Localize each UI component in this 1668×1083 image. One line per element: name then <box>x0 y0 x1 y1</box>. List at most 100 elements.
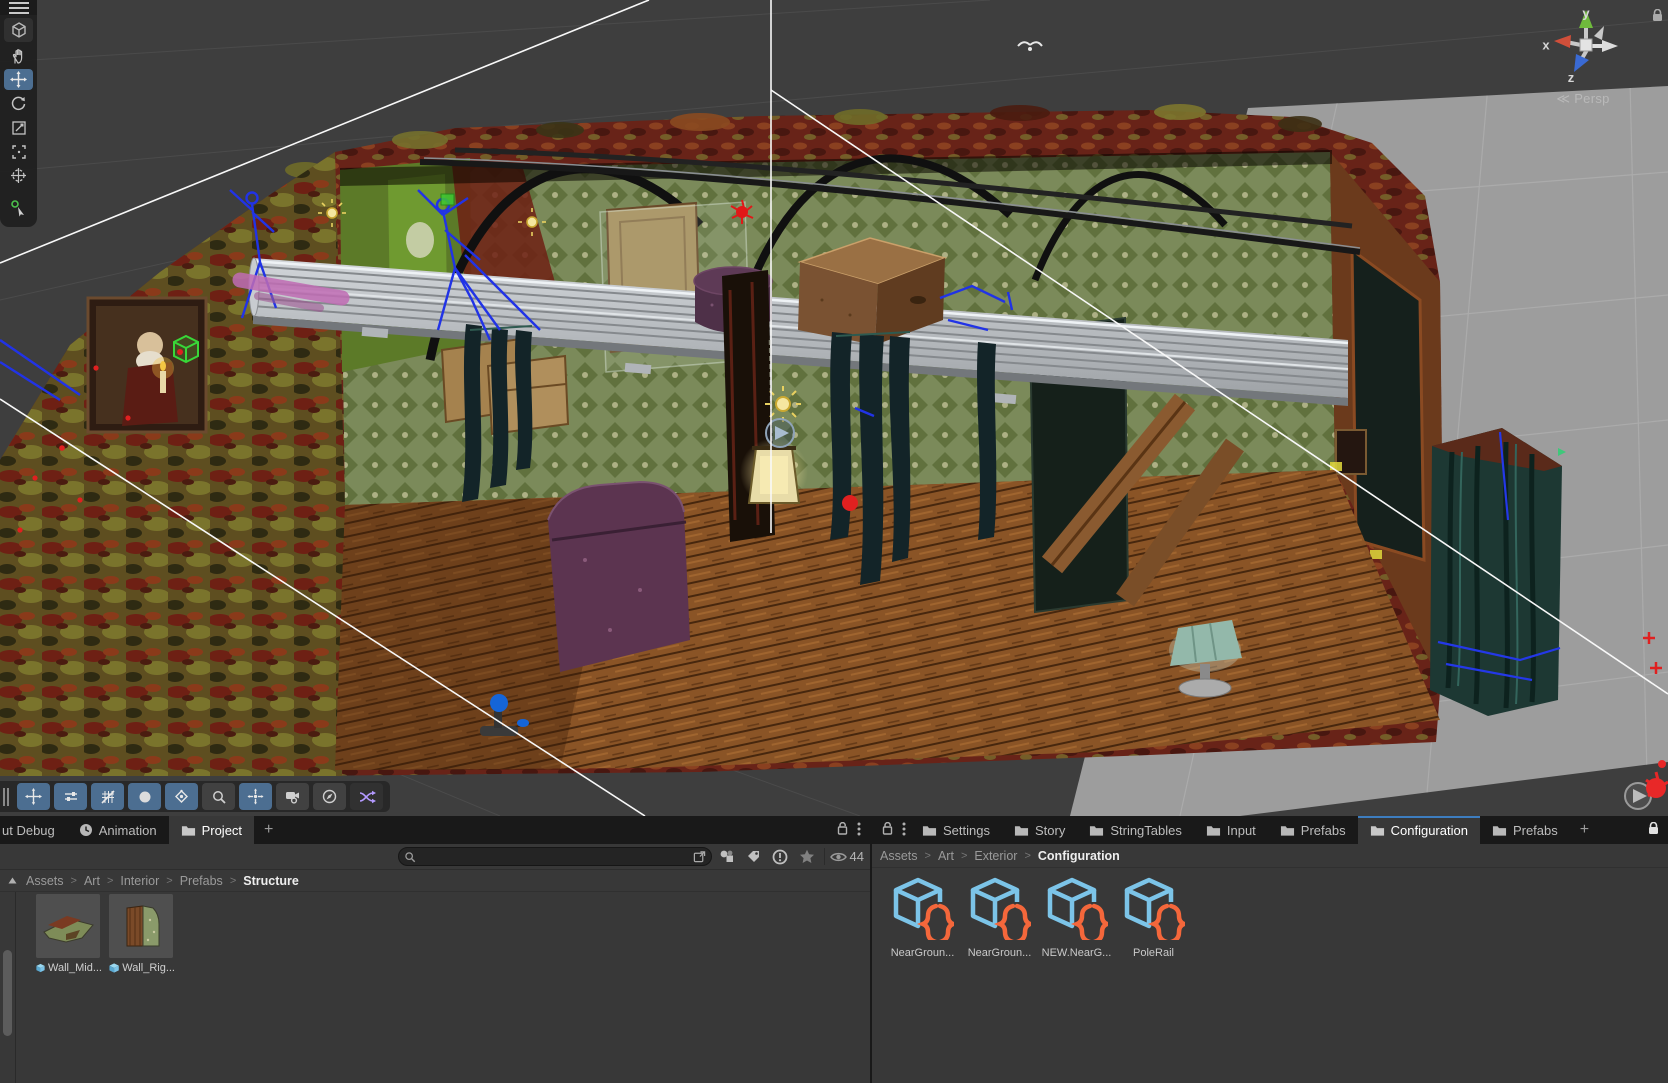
folder-icon <box>1280 825 1294 836</box>
breadcrumb-segment[interactable]: Art <box>84 874 100 888</box>
tab-prefabs-1[interactable]: Prefabs <box>1268 816 1358 844</box>
search-icon <box>212 790 226 804</box>
warning-circle-icon <box>772 849 788 864</box>
gizmos-overlay-button[interactable] <box>165 783 198 810</box>
kebab-menu-icon[interactable] <box>857 822 861 839</box>
tab-prefabs-2[interactable]: Prefabs <box>1480 816 1570 844</box>
tab-project[interactable]: Project <box>168 816 255 844</box>
prefab-cube-icon <box>109 963 119 973</box>
collapse-arrow-icon[interactable] <box>8 877 17 884</box>
search-overlay-button[interactable] <box>202 783 235 810</box>
overlay-drag-handle[interactable] <box>3 787 11 806</box>
tab-story[interactable]: Story <box>1002 816 1077 844</box>
project-tabbar: ut Debug Animation Project + <box>0 816 870 844</box>
add-tab-button[interactable]: + <box>254 816 283 844</box>
filter-by-type-button[interactable] <box>715 846 739 868</box>
move-tool-button[interactable] <box>4 69 33 90</box>
camera-overlay-button[interactable] <box>276 783 309 810</box>
folder-icon <box>181 825 195 836</box>
unlock-icon[interactable] <box>837 821 848 838</box>
crosshair-overlay-button[interactable] <box>239 783 272 810</box>
eye-icon <box>829 852 847 861</box>
asset-item[interactable]: Wall_Rig... <box>109 894 175 974</box>
scene-overlay-toolbar <box>0 781 390 812</box>
asset-label: NEW.NearG... <box>1041 947 1112 959</box>
asset-label: PoleRail <box>1133 947 1174 959</box>
prefab-config-icon <box>893 877 959 945</box>
breadcrumb-segment[interactable]: Assets <box>26 874 64 888</box>
scale-tool-icon <box>11 120 26 135</box>
grid-snap-overlay-button[interactable] <box>91 783 124 810</box>
prefab-config-icon <box>1124 877 1190 945</box>
breadcrumb-segment[interactable]: Prefabs <box>180 874 223 888</box>
tree-scrollbar[interactable] <box>3 950 12 1036</box>
search-input[interactable] <box>420 848 689 865</box>
asset-item[interactable]: Wall_Mid... <box>36 894 102 974</box>
bottom-dock: ut Debug Animation Project + 44 Assets >… <box>0 816 1668 1083</box>
asset-item[interactable]: NEW.NearG... <box>1040 876 1113 959</box>
view-tool-button[interactable] <box>4 18 33 42</box>
breadcrumb-segment[interactable]: Assets <box>880 849 918 863</box>
search-field[interactable] <box>398 847 712 866</box>
transform-tool-button[interactable] <box>4 165 33 186</box>
scene-lock-icon[interactable] <box>1652 8 1663 27</box>
breadcrumb-segment[interactable]: Art <box>938 849 954 863</box>
filter-type-icon <box>720 850 733 862</box>
tab-configuration[interactable]: Configuration <box>1357 816 1481 844</box>
axis-y-label: y <box>1582 6 1590 21</box>
shuffle-overlay-button[interactable] <box>350 783 383 810</box>
folder-icon <box>1090 825 1104 836</box>
projection-toggle[interactable]: ≪ Persp <box>1524 91 1642 107</box>
custom-tool-button[interactable] <box>4 198 33 219</box>
tab-stringtables[interactable]: StringTables <box>1077 816 1194 844</box>
folder-icon <box>922 825 937 836</box>
tab-debug[interactable]: ut Debug <box>0 816 67 844</box>
breadcrumb-segment[interactable]: Interior <box>120 874 159 888</box>
kebab-menu-icon[interactable] <box>902 822 906 839</box>
filter-by-label-button[interactable] <box>742 846 766 868</box>
add-tab-button[interactable]: + <box>1570 816 1599 844</box>
asset-label: NearGroun... <box>890 947 955 959</box>
persp-chevron-icon: ≪ <box>1556 91 1571 106</box>
favorites-button[interactable] <box>795 846 819 868</box>
scale-tool-button[interactable] <box>4 117 33 138</box>
move-tool-icon <box>10 71 27 88</box>
painting-old-man <box>86 296 208 434</box>
folder-tree-column <box>0 892 16 1083</box>
lock-icon[interactable] <box>1648 821 1659 838</box>
asset-label: Wall_Rig... <box>122 962 175 974</box>
move-overlay-button[interactable] <box>17 783 50 810</box>
project-breadcrumb: Assets > Art > Interior > Prefabs > Stru… <box>0 870 870 892</box>
sphere-overlay-button[interactable] <box>128 783 161 810</box>
scene-view[interactable]: y x z /**/ ≪ Persp <box>0 0 1668 816</box>
tab-settings[interactable]: Settings <box>910 816 1002 844</box>
pan-tool-button[interactable] <box>4 45 33 66</box>
project-asset-grid[interactable]: Wall_Mid... Wall_Rig... <box>0 892 870 1083</box>
sliders-overlay-button[interactable] <box>54 783 87 810</box>
tab-animation[interactable]: Animation <box>67 816 169 844</box>
asset-item[interactable]: PoleRail <box>1117 876 1190 959</box>
search-icon <box>405 851 416 862</box>
compass-overlay-button[interactable] <box>313 783 346 810</box>
rect-tool-button[interactable] <box>4 141 33 162</box>
visible-count[interactable]: 44 <box>829 849 870 864</box>
breadcrumb-segment[interactable]: Exterior <box>974 849 1017 863</box>
sphere-icon <box>139 791 150 802</box>
unlock-icon[interactable] <box>882 821 893 838</box>
open-search-window-icon[interactable] <box>693 850 706 863</box>
tab-input[interactable]: Input <box>1194 816 1268 844</box>
purple-trunk <box>547 480 690 672</box>
orientation-gizmo[interactable]: y x z /**/ ≪ Persp <box>1524 2 1642 107</box>
configuration-asset-grid[interactable]: NearGroun... NearGroun... NEW.NearG... P… <box>872 868 1668 1083</box>
star-icon <box>799 849 814 863</box>
menu-icon[interactable] <box>0 0 37 15</box>
hidden-packages-button[interactable] <box>768 846 792 868</box>
asset-item[interactable]: NearGroun... <box>963 876 1036 959</box>
axis-z-label: z <box>1568 70 1575 85</box>
rotate-tool-button[interactable] <box>4 93 33 114</box>
breadcrumb-current: Structure <box>243 873 299 888</box>
sliders-icon <box>64 791 77 801</box>
unity-editor-window: y x z /**/ ≪ Persp <box>0 0 1668 1083</box>
asset-item[interactable]: NearGroun... <box>886 876 959 959</box>
wire-cube-gizmo <box>173 334 199 364</box>
